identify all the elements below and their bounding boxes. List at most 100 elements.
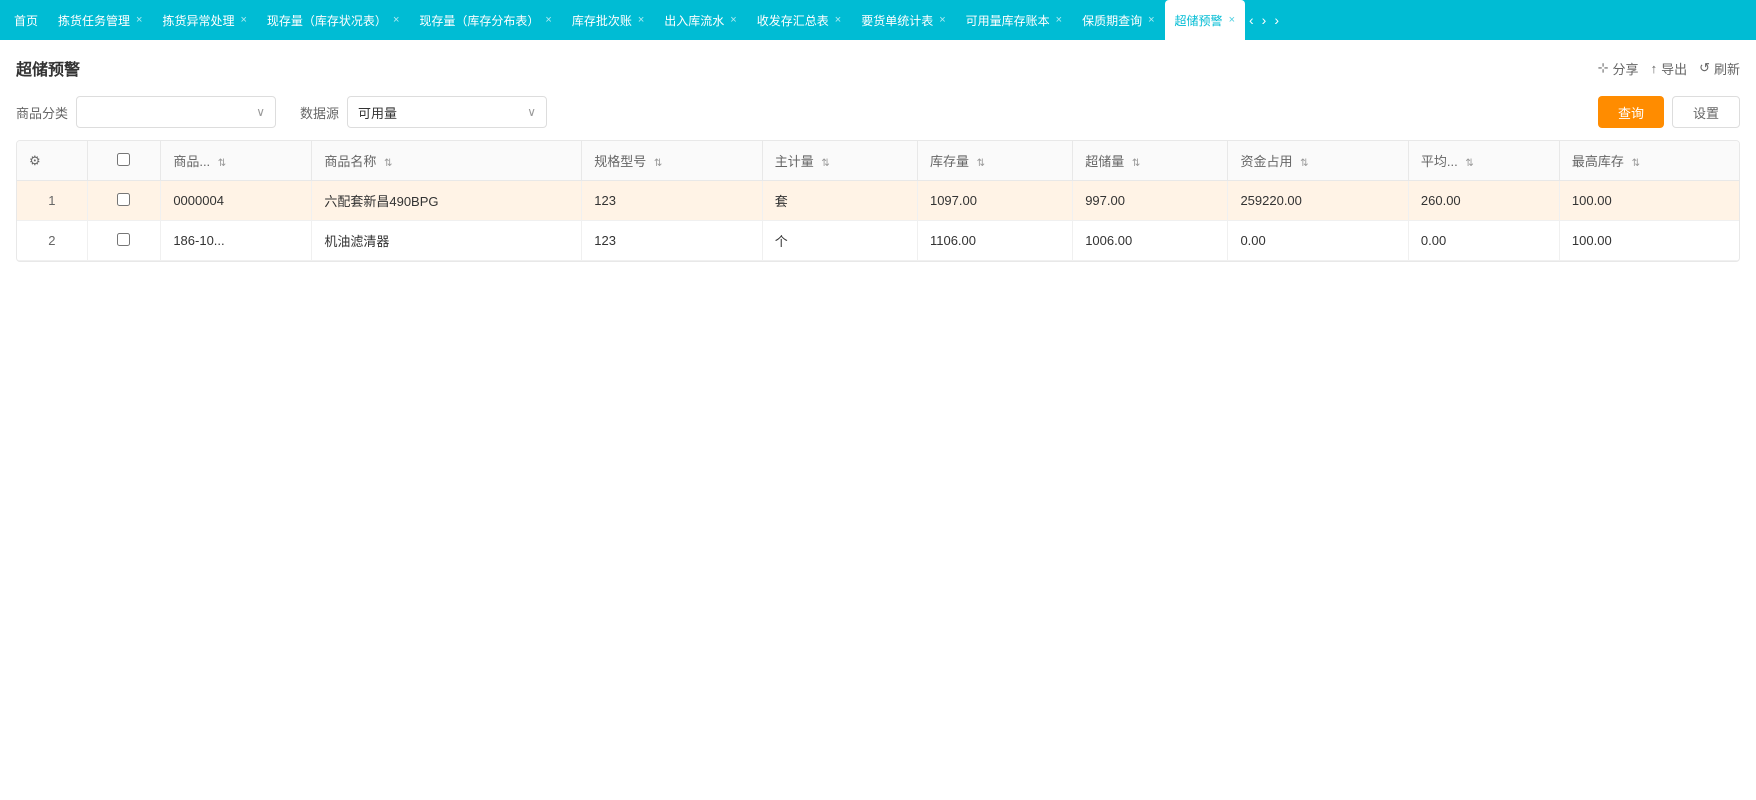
category-select[interactable]: ∨ bbox=[76, 96, 276, 128]
cell-max-stock: 100.00 bbox=[1559, 181, 1739, 221]
col-product-name[interactable]: 商品名称 ⇅ bbox=[312, 141, 582, 181]
sort-icon: ⇅ bbox=[1300, 158, 1308, 169]
close-icon[interactable]: × bbox=[393, 14, 399, 26]
top-navigation: 首页 拣货任务管理 × 拣货异常处理 × 现存量（库存状况表） × 现存量（库存… bbox=[0, 0, 1756, 40]
nav-arrow-more[interactable]: › bbox=[1270, 12, 1283, 28]
datasource-select[interactable]: 可用量 ∨ bbox=[347, 96, 547, 128]
close-icon[interactable]: × bbox=[638, 14, 644, 26]
col-spec-label: 规格型号 bbox=[594, 154, 646, 169]
category-label: 商品分类 bbox=[16, 103, 68, 122]
cell-avg: 0.00 bbox=[1408, 221, 1559, 261]
nav-tab-label: 现存量（库存状况表） bbox=[267, 12, 387, 29]
nav-tab-stock-dist[interactable]: 现存量（库存分布表） × bbox=[409, 0, 561, 40]
nav-tab-task-mgmt[interactable]: 拣货任务管理 × bbox=[48, 0, 152, 40]
cell-stock-qty: 1097.00 bbox=[917, 181, 1072, 221]
nav-tab-receive-summary[interactable]: 收发存汇总表 × bbox=[747, 0, 851, 40]
nav-tab-available-account[interactable]: 可用量库存账本 × bbox=[956, 0, 1072, 40]
nav-tab-label: 出入库流水 bbox=[664, 12, 724, 29]
close-icon[interactable]: × bbox=[1056, 14, 1062, 26]
query-button[interactable]: 查询 bbox=[1598, 96, 1664, 128]
export-label: 导出 bbox=[1661, 59, 1687, 78]
close-icon[interactable]: × bbox=[1148, 14, 1154, 26]
row-checkbox-cell bbox=[87, 221, 161, 261]
share-icon: ⊹ bbox=[1598, 60, 1609, 76]
col-unit[interactable]: 主计量 ⇅ bbox=[762, 141, 917, 181]
page-container: 超储预警 ⊹ 分享 ↑ 导出 ↺ 刷新 商品分类 ∨ 数据源 bbox=[0, 40, 1756, 800]
nav-tab-label: 拣货任务管理 bbox=[58, 12, 130, 29]
cell-overstock-qty: 1006.00 bbox=[1073, 221, 1228, 261]
cell-avg: 260.00 bbox=[1408, 181, 1559, 221]
nav-tab-expiry-query[interactable]: 保质期查询 × bbox=[1072, 0, 1164, 40]
category-filter-group: 商品分类 ∨ bbox=[16, 96, 276, 128]
nav-home[interactable]: 首页 bbox=[4, 12, 48, 29]
nav-tab-inout-flow[interactable]: 出入库流水 × bbox=[654, 0, 746, 40]
col-capital-occupy-label: 资金占用 bbox=[1240, 154, 1292, 169]
share-button[interactable]: ⊹ 分享 bbox=[1598, 59, 1639, 78]
page-title: 超储预警 bbox=[16, 56, 80, 80]
refresh-icon: ↺ bbox=[1699, 60, 1710, 76]
nav-arrow-right[interactable]: › bbox=[1258, 12, 1271, 28]
select-all-checkbox[interactable] bbox=[117, 153, 130, 166]
col-overstock-qty[interactable]: 超储量 ⇅ bbox=[1073, 141, 1228, 181]
col-spec[interactable]: 规格型号 ⇅ bbox=[582, 141, 762, 181]
nav-arrow-left[interactable]: ‹ bbox=[1245, 12, 1258, 28]
cell-spec: 123 bbox=[582, 221, 762, 261]
cell-capital-occupy: 0.00 bbox=[1228, 221, 1408, 261]
row-checkbox[interactable] bbox=[117, 233, 130, 246]
share-label: 分享 bbox=[1613, 59, 1639, 78]
close-icon[interactable]: × bbox=[136, 14, 142, 26]
row-num: 1 bbox=[17, 181, 87, 221]
col-capital-occupy[interactable]: 资金占用 ⇅ bbox=[1228, 141, 1408, 181]
data-table-container: ⚙ 商品... ⇅ 商品名称 ⇅ 规格型号 ⇅ bbox=[16, 140, 1740, 262]
col-stock-qty[interactable]: 库存量 ⇅ bbox=[917, 141, 1072, 181]
nav-tab-order-stats[interactable]: 要货单统计表 × bbox=[851, 0, 955, 40]
cell-product-name: 机油滤清器 bbox=[312, 221, 582, 261]
close-icon[interactable]: × bbox=[1229, 14, 1235, 26]
filter-buttons: 查询 设置 bbox=[1598, 96, 1740, 128]
sort-icon: ⇅ bbox=[1465, 158, 1473, 169]
export-icon: ↑ bbox=[1651, 61, 1658, 76]
sort-icon: ⇅ bbox=[977, 158, 985, 169]
close-icon[interactable]: × bbox=[545, 14, 551, 26]
sort-icon: ⇅ bbox=[1632, 158, 1640, 169]
close-icon[interactable]: × bbox=[730, 14, 736, 26]
refresh-label: 刷新 bbox=[1714, 59, 1740, 78]
gear-icon[interactable]: ⚙ bbox=[29, 153, 41, 168]
chevron-down-icon: ∨ bbox=[527, 105, 536, 119]
close-icon[interactable]: × bbox=[939, 14, 945, 26]
cell-overstock-qty: 997.00 bbox=[1073, 181, 1228, 221]
cell-stock-qty: 1106.00 bbox=[917, 221, 1072, 261]
data-table: ⚙ 商品... ⇅ 商品名称 ⇅ 规格型号 ⇅ bbox=[17, 141, 1739, 261]
nav-tab-label: 现存量（库存分布表） bbox=[419, 12, 539, 29]
row-checkbox-cell bbox=[87, 181, 161, 221]
nav-tab-abnormal[interactable]: 拣货异常处理 × bbox=[152, 0, 256, 40]
nav-tab-overstock-warn[interactable]: 超储预警 × bbox=[1165, 0, 1245, 40]
col-product-name-label: 商品名称 bbox=[324, 154, 376, 169]
nav-tab-batch-account[interactable]: 库存批次账 × bbox=[562, 0, 654, 40]
col-max-stock[interactable]: 最高库存 ⇅ bbox=[1559, 141, 1739, 181]
settings-button[interactable]: 设置 bbox=[1672, 96, 1740, 128]
row-num: 2 bbox=[17, 221, 87, 261]
cell-unit: 套 bbox=[762, 181, 917, 221]
sort-icon: ⇅ bbox=[821, 158, 829, 169]
datasource-value: 可用量 bbox=[358, 103, 397, 122]
table-row: 2 186-10... 机油滤清器 123 个 1106.00 1006.00 … bbox=[17, 221, 1739, 261]
row-checkbox[interactable] bbox=[117, 193, 130, 206]
col-max-stock-label: 最高库存 bbox=[1572, 154, 1624, 169]
header-actions: ⊹ 分享 ↑ 导出 ↺ 刷新 bbox=[1598, 59, 1740, 78]
refresh-button[interactable]: ↺ 刷新 bbox=[1699, 59, 1740, 78]
nav-tab-label: 拣货异常处理 bbox=[162, 12, 234, 29]
close-icon[interactable]: × bbox=[240, 14, 246, 26]
col-avg-label: 平均... bbox=[1421, 154, 1458, 169]
cell-max-stock: 100.00 bbox=[1559, 221, 1739, 261]
sort-icon: ⇅ bbox=[218, 158, 226, 169]
datasource-filter-group: 数据源 可用量 ∨ bbox=[300, 96, 547, 128]
nav-tab-stock-status[interactable]: 现存量（库存状况表） × bbox=[257, 0, 409, 40]
col-avg[interactable]: 平均... ⇅ bbox=[1408, 141, 1559, 181]
export-button[interactable]: ↑ 导出 bbox=[1651, 59, 1688, 78]
table-row: 1 0000004 六配套新昌490BPG 123 套 1097.00 997.… bbox=[17, 181, 1739, 221]
col-settings: ⚙ bbox=[17, 141, 87, 181]
close-icon[interactable]: × bbox=[835, 14, 841, 26]
col-product-code[interactable]: 商品... ⇅ bbox=[161, 141, 312, 181]
cell-capital-occupy: 259220.00 bbox=[1228, 181, 1408, 221]
